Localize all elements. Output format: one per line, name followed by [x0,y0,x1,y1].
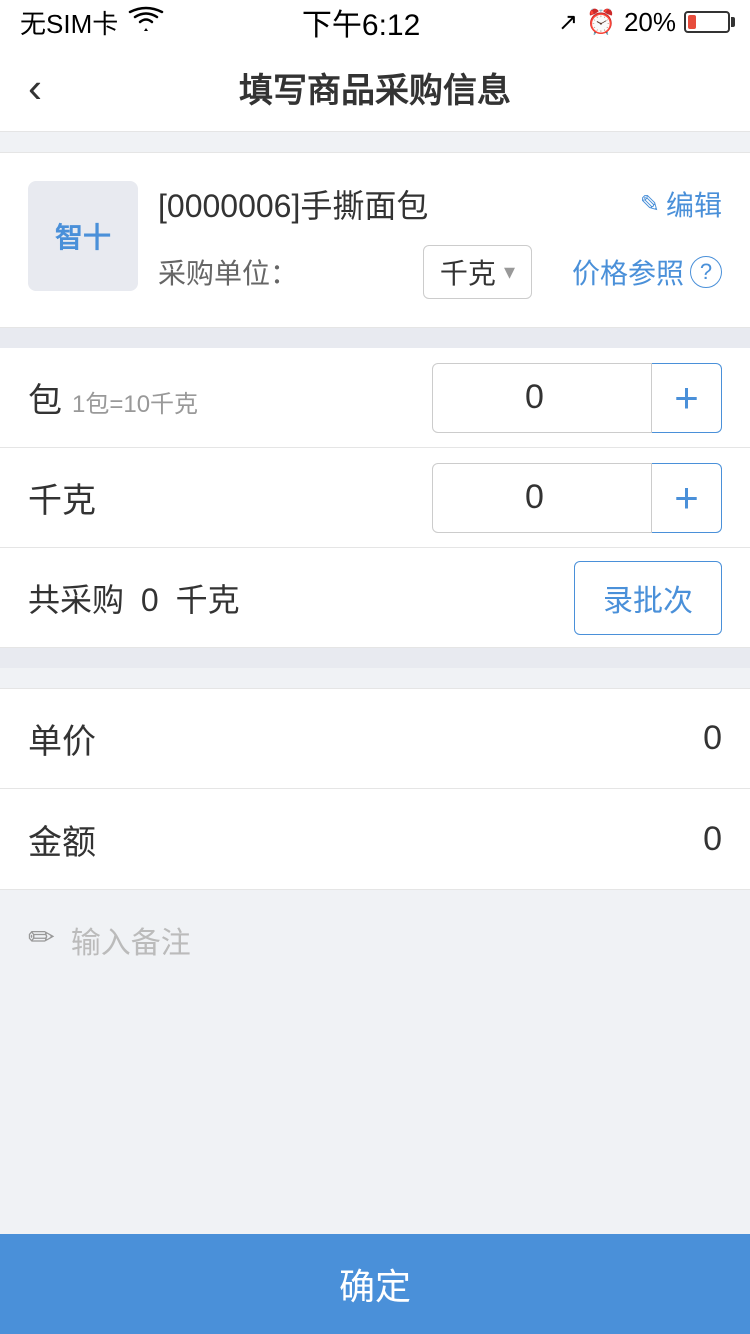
total-row: 共采购 0 千克 录批次 [0,548,750,648]
note-placeholder: 输入备注 [71,918,191,962]
form-section: 包 1包=10千克 + 千克 + 共采购 0 千克 录批次 [0,348,750,648]
price-ref-link[interactable]: 价格参照 ? [572,252,722,292]
status-bar: 无SIM卡 下午6:12 ↗ ⏰ 20% [0,0,750,44]
kg-input[interactable] [432,463,652,533]
product-name: [0000006]手撕面包 [158,181,428,227]
batch-button[interactable]: 录批次 [574,561,722,635]
page-title: 填写商品采购信息 [239,63,511,112]
package-label-sub: 1包=10千克 [72,384,198,419]
total-value: 0 [141,582,159,618]
section-divider-1 [0,328,750,348]
bottom-padding [0,1090,750,1210]
unit-select[interactable]: 千克 ▾ [423,245,532,299]
location-icon: ↗ [558,8,578,37]
total-text: 共采购 0 千克 [28,575,240,621]
help-icon: ? [690,256,722,288]
product-image: 智十 [28,181,138,291]
nav-bar: ‹ 填写商品采购信息 [0,44,750,132]
carrier-label: 无SIM卡 [20,4,118,41]
confirm-button[interactable]: 确定 [0,1234,750,1334]
unit-price-value: 0 [703,719,722,758]
product-info: [0000006]手撕面包 ✎ 编辑 采购单位： 千克 ▾ 价格参照 ? [158,181,722,299]
package-label-main: 包 [28,373,62,422]
battery-icon [684,11,730,33]
status-time: 下午6:12 [302,0,420,44]
kg-input-group: + [432,463,722,533]
price-section: 单价 0 金额 0 [0,688,750,890]
kg-plus-button[interactable]: + [652,463,722,533]
product-image-text: 智十 [55,216,111,256]
unit-value: 千克 [440,252,496,292]
unit-row: 采购单位： 千克 ▾ 价格参照 ? [158,245,722,299]
note-section[interactable]: ✏ 输入备注 [0,890,750,1090]
status-left: 无SIM卡 [20,4,164,41]
amount-value: 0 [703,820,722,859]
status-right: ↗ ⏰ 20% [558,7,730,38]
back-button[interactable]: ‹ [28,64,42,112]
unit-price-row: 单价 0 [0,689,750,789]
edit-link[interactable]: ✎ 编辑 [640,184,722,224]
package-input[interactable] [432,363,652,433]
amount-label: 金额 [28,815,96,864]
amount-row: 金额 0 [0,789,750,889]
package-input-group: + [432,363,722,433]
unit-price-label: 单价 [28,714,96,763]
edit-icon: ✎ [640,190,660,219]
package-plus-button[interactable]: + [652,363,722,433]
kg-row: 千克 + [0,448,750,548]
package-label: 包 1包=10千克 [28,373,208,422]
kg-label-main: 千克 [28,473,96,522]
wifi-icon [128,6,164,39]
product-card: 智十 [0000006]手撕面包 ✎ 编辑 采购单位： 千克 ▾ 价格参照 ? [0,152,750,328]
edit-label: 编辑 [666,184,722,224]
kg-label: 千克 [28,473,208,522]
price-ref-label: 价格参照 [572,252,684,292]
unit-label: 采购单位： [158,252,298,292]
pencil-icon: ✏ [28,918,55,956]
dropdown-icon: ▾ [504,259,515,285]
total-unit: 千克 [176,582,240,618]
product-name-row: [0000006]手撕面包 ✎ 编辑 [158,181,722,227]
total-label: 共采购 [28,582,124,618]
alarm-icon: ⏰ [586,8,616,37]
battery-percent: 20% [624,7,676,38]
package-row: 包 1包=10千克 + [0,348,750,448]
section-divider-2 [0,648,750,668]
